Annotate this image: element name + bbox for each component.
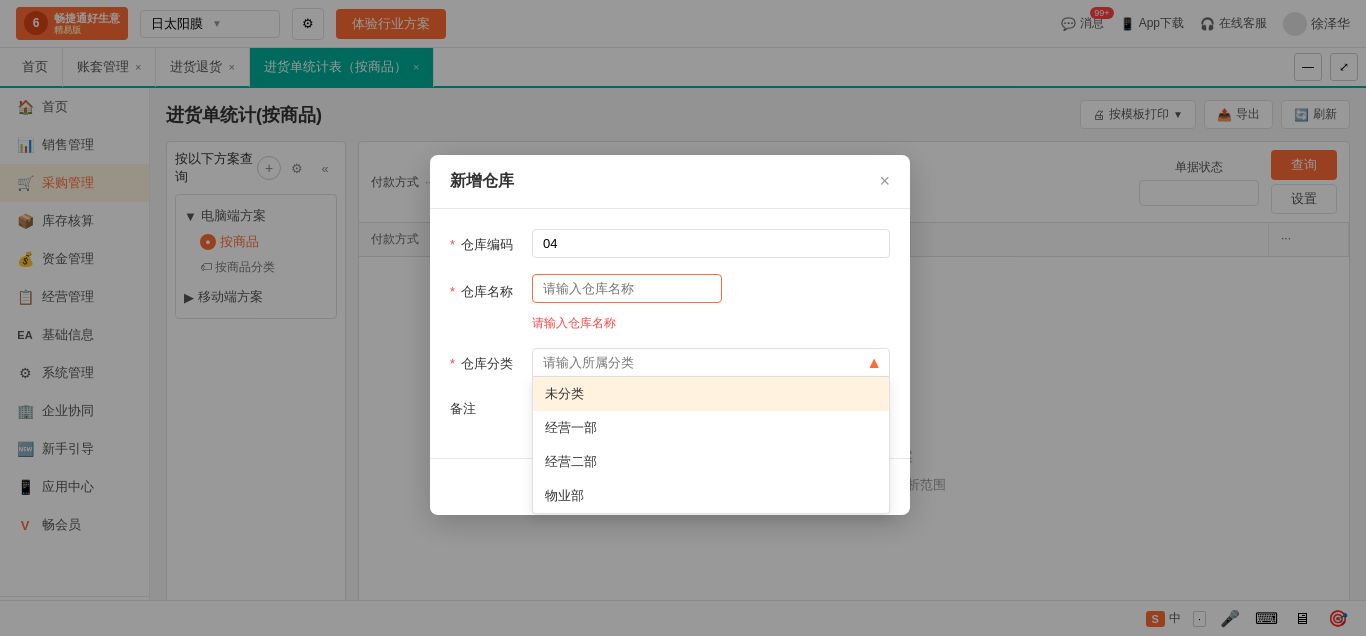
name-error-message: 请输入仓库名称: [532, 316, 616, 330]
dropdown-item-dept1[interactable]: 经营一部: [533, 411, 889, 445]
category-input[interactable]: [532, 348, 890, 377]
modal-header: 新增仓库 ×: [430, 155, 910, 209]
category-label: * 仓库分类: [450, 348, 520, 373]
select-arrow-icon[interactable]: ▲: [866, 354, 882, 372]
modal-body: * 仓库编码 * 仓库名称 请输入仓库名称: [430, 209, 910, 458]
modal-overlay[interactable]: 新增仓库 × * 仓库编码 * 仓库名称: [0, 0, 1366, 636]
name-error-row: 请输入仓库名称: [532, 315, 616, 332]
new-warehouse-modal: 新增仓库 × * 仓库编码 * 仓库名称: [430, 155, 910, 515]
category-select-wrapper: ▲ 未分类 经营一部 经营二部 物业部: [532, 348, 890, 377]
dropdown-item-dept3[interactable]: 物业部: [533, 479, 889, 513]
warehouse-code-row: * 仓库编码: [450, 229, 890, 258]
name-label: * 仓库名称: [450, 276, 520, 301]
dropdown-item-dept2[interactable]: 经营二部: [533, 445, 889, 479]
category-dropdown: 未分类 经营一部 经营二部 物业部: [532, 377, 890, 514]
dropdown-item-uncategorized[interactable]: 未分类: [533, 377, 889, 411]
warehouse-code-input[interactable]: [532, 229, 890, 258]
code-label: * 仓库编码: [450, 229, 520, 254]
note-label: 备注: [450, 393, 520, 418]
warehouse-name-row: * 仓库名称 请输入仓库名称: [450, 274, 890, 332]
modal-title: 新增仓库: [450, 171, 514, 192]
warehouse-name-input[interactable]: [532, 274, 722, 303]
modal-close-button[interactable]: ×: [879, 171, 890, 192]
warehouse-category-row: * 仓库分类 ▲ 未分类 经营一部 经营二部 物业部: [450, 348, 890, 377]
